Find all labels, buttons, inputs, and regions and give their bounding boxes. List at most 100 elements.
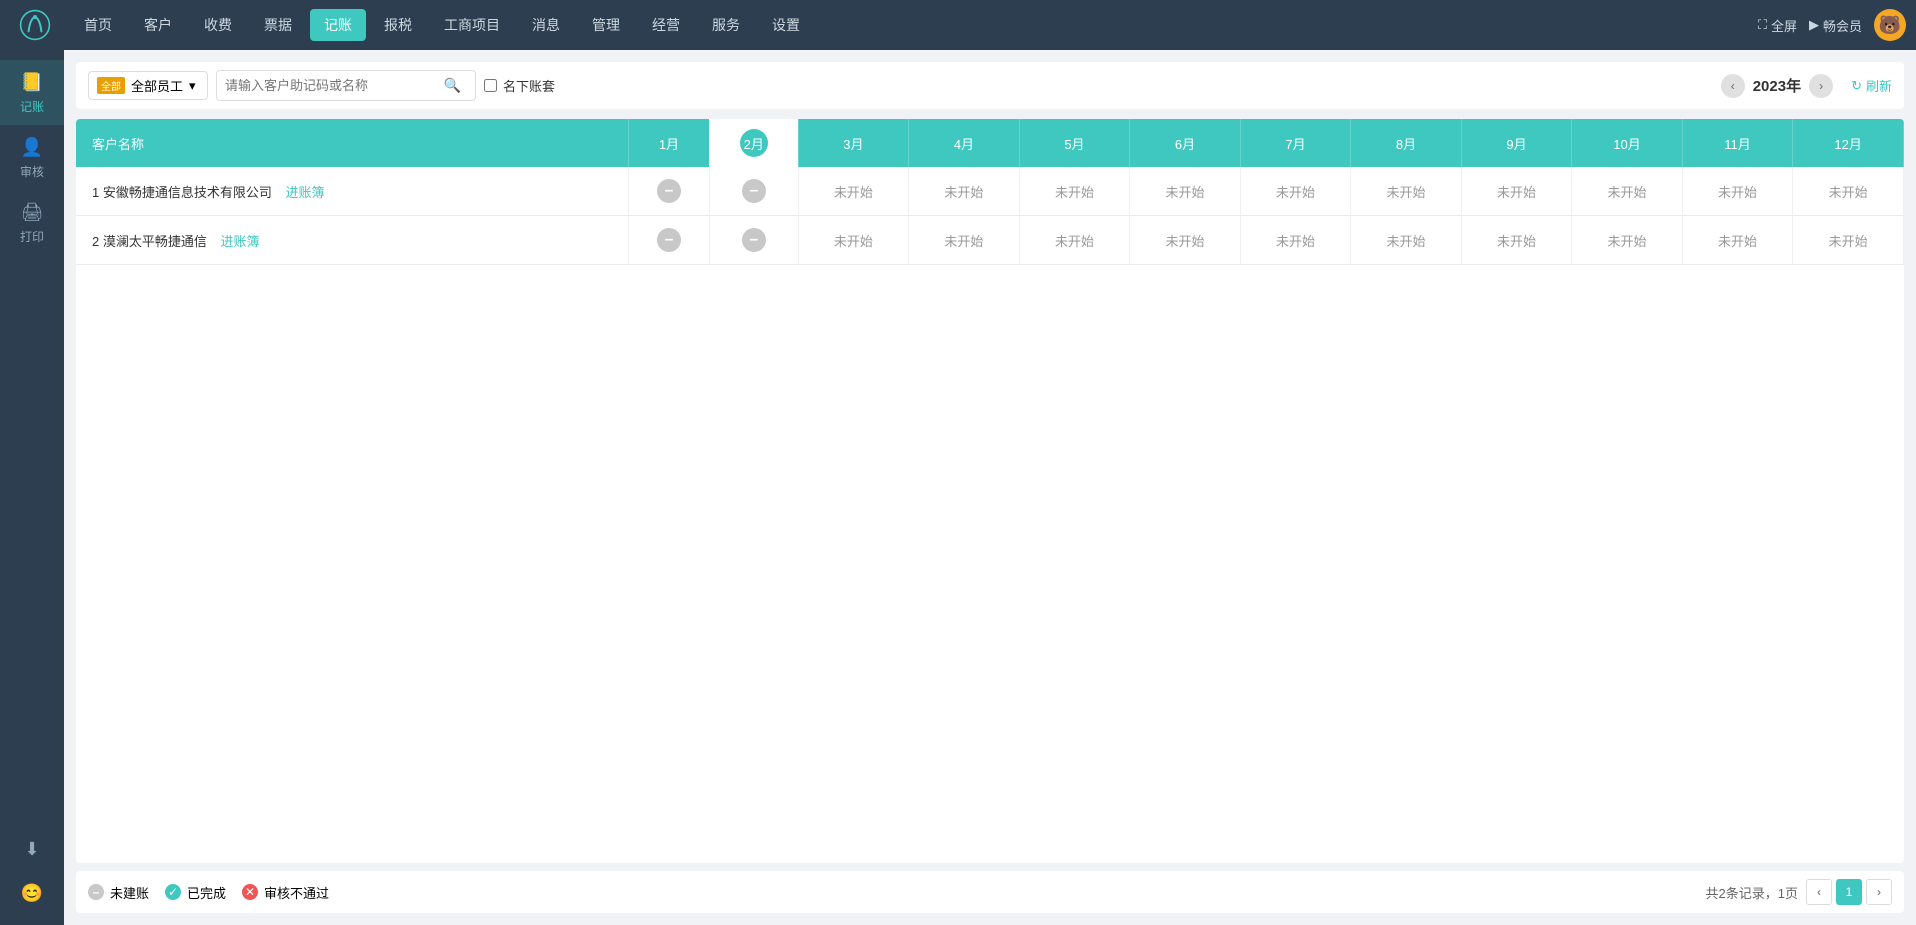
main-layout: 📒 记账 👤 审核 🖨 打印 ⬇ 😊 全部 全部员工 ▾ bbox=[0, 50, 1916, 925]
sidebar-item-print-label: 打印 bbox=[20, 228, 44, 245]
nav-item-management[interactable]: 管理 bbox=[578, 9, 634, 41]
nav-item-client[interactable]: 客户 bbox=[130, 9, 186, 41]
status-cell-3: 未开始 bbox=[798, 216, 909, 265]
enter-ledger-link[interactable]: 进账簿 bbox=[221, 234, 260, 249]
year-display: 2023年 bbox=[1753, 75, 1801, 96]
status-cell-1: – bbox=[628, 167, 709, 216]
status-dash-icon: – bbox=[742, 179, 766, 203]
member-button[interactable]: ▶ 畅会员 bbox=[1809, 16, 1862, 35]
sidebar-item-download[interactable]: ⬇ bbox=[0, 827, 64, 871]
sidebar: 📒 记账 👤 审核 🖨 打印 ⬇ 😊 bbox=[0, 50, 64, 925]
member-icon: ▶ bbox=[1809, 17, 1819, 33]
legend-not-created: – 未建账 bbox=[88, 883, 149, 902]
sidebar-item-bookkeeping-label: 记账 bbox=[20, 98, 44, 115]
col-header-mar: 3月 bbox=[798, 119, 909, 167]
nav-item-service[interactable]: 服务 bbox=[698, 9, 754, 41]
legend-completed: ✓ 已完成 bbox=[165, 883, 226, 902]
year-nav: ‹ 2023年 › bbox=[1721, 74, 1833, 98]
legend-not-created-icon: – bbox=[88, 884, 104, 900]
status-not-started: 未开始 bbox=[1718, 185, 1757, 200]
sub-account-checkbox[interactable] bbox=[484, 79, 497, 92]
sub-account-checkbox-label[interactable]: 名下账套 bbox=[484, 76, 555, 95]
nav-item-invoice[interactable]: 票据 bbox=[250, 9, 306, 41]
current-month-circle: 2月 bbox=[740, 129, 768, 157]
download-icon: ⬇ bbox=[20, 837, 44, 861]
status-cell-4: 未开始 bbox=[909, 167, 1020, 216]
search-input[interactable] bbox=[225, 78, 432, 93]
status-cell-9: 未开始 bbox=[1461, 167, 1572, 216]
status-not-started: 未开始 bbox=[1276, 234, 1315, 249]
prev-page-button[interactable]: ‹ bbox=[1806, 879, 1832, 905]
nav-item-business[interactable]: 工商项目 bbox=[430, 9, 514, 41]
nav-item-operations[interactable]: 经营 bbox=[638, 9, 694, 41]
refresh-icon: ↻ bbox=[1851, 78, 1862, 94]
nav-item-bookkeeping[interactable]: 记账 bbox=[310, 9, 366, 41]
main-table: 客户名称 1月 2月 3月 4月 5月 6月 7月 8月 9月 10月 11月 bbox=[76, 119, 1904, 265]
status-cell-10: 未开始 bbox=[1572, 216, 1683, 265]
audit-icon: 👤 bbox=[20, 135, 44, 159]
search-button[interactable]: 🔍 bbox=[438, 75, 467, 96]
fullscreen-button[interactable]: ⛶ 全屏 bbox=[1758, 16, 1797, 35]
nav-item-message[interactable]: 消息 bbox=[518, 9, 574, 41]
status-dash-icon: – bbox=[657, 228, 681, 252]
status-cell-8: 未开始 bbox=[1351, 216, 1462, 265]
status-cell-8: 未开始 bbox=[1351, 167, 1462, 216]
nav-items: 首页 客户 收费 票据 记账 报税 工商项目 消息 管理 经营 服务 设置 bbox=[70, 9, 1758, 41]
status-cell-7: 未开始 bbox=[1240, 167, 1351, 216]
legend-rejected-icon: ✕ bbox=[242, 884, 258, 900]
refresh-button[interactable]: ↻ 刷新 bbox=[1851, 76, 1892, 95]
employee-select-text: 全部员工 bbox=[131, 76, 183, 95]
sidebar-item-bookkeeping[interactable]: 📒 记账 bbox=[0, 60, 64, 125]
legend-not-created-label: 未建账 bbox=[110, 883, 149, 902]
status-not-started: 未开始 bbox=[1276, 185, 1315, 200]
status-cell-2: – bbox=[709, 167, 798, 216]
status-cell-5: 未开始 bbox=[1019, 216, 1130, 265]
status-cell-5: 未开始 bbox=[1019, 167, 1130, 216]
client-name-cell: 2 漠澜太平畅捷通信 进账簿 bbox=[76, 216, 628, 265]
next-page-button[interactable]: › bbox=[1866, 879, 1892, 905]
status-not-started: 未开始 bbox=[1386, 234, 1425, 249]
sidebar-item-audit[interactable]: 👤 审核 bbox=[0, 125, 64, 190]
status-not-started: 未开始 bbox=[1829, 185, 1868, 200]
col-header-jun: 6月 bbox=[1130, 119, 1241, 167]
nav-item-tax[interactable]: 报税 bbox=[370, 9, 426, 41]
col-header-aug: 8月 bbox=[1351, 119, 1462, 167]
pagination: ‹ 1 › bbox=[1806, 879, 1892, 905]
nav-item-fee[interactable]: 收费 bbox=[190, 9, 246, 41]
nav-item-home[interactable]: 首页 bbox=[70, 9, 126, 41]
status-dash-icon: – bbox=[657, 179, 681, 203]
col-header-jul: 7月 bbox=[1240, 119, 1351, 167]
fullscreen-label: 全屏 bbox=[1771, 16, 1797, 35]
sub-account-label: 名下账套 bbox=[503, 76, 555, 95]
col-header-nov: 11月 bbox=[1682, 119, 1793, 167]
content: 全部 全部员工 ▾ 🔍 名下账套 ‹ 2023年 › ↻ 刷新 bbox=[64, 50, 1916, 925]
status-cell-2: – bbox=[709, 216, 798, 265]
col-header-dec: 12月 bbox=[1793, 119, 1904, 167]
page-1-button[interactable]: 1 bbox=[1836, 879, 1862, 905]
status-cell-6: 未开始 bbox=[1130, 216, 1241, 265]
toolbar: 全部 全部员工 ▾ 🔍 名下账套 ‹ 2023年 › ↻ 刷新 bbox=[76, 62, 1904, 109]
prev-year-button[interactable]: ‹ bbox=[1721, 74, 1745, 98]
col-header-feb: 2月 bbox=[709, 119, 798, 167]
legend-completed-label: 已完成 bbox=[187, 883, 226, 902]
nav-item-settings[interactable]: 设置 bbox=[758, 9, 814, 41]
status-not-started: 未开始 bbox=[944, 234, 983, 249]
print-icon: 🖨 bbox=[20, 200, 44, 224]
col-header-oct: 10月 bbox=[1572, 119, 1683, 167]
sidebar-item-user[interactable]: 😊 bbox=[0, 871, 64, 915]
client-name: 安徽畅捷通信息技术有限公司 bbox=[103, 185, 272, 200]
sidebar-bottom: ⬇ 😊 bbox=[0, 827, 64, 925]
status-not-started: 未开始 bbox=[1165, 185, 1204, 200]
status-cell-6: 未开始 bbox=[1130, 167, 1241, 216]
avatar[interactable]: 🐻 bbox=[1874, 9, 1906, 41]
status-not-started: 未开始 bbox=[944, 185, 983, 200]
enter-ledger-link[interactable]: 进账簿 bbox=[286, 185, 325, 200]
sidebar-item-print[interactable]: 🖨 打印 bbox=[0, 190, 64, 255]
sidebar-item-audit-label: 审核 bbox=[20, 163, 44, 180]
col-header-name: 客户名称 bbox=[76, 119, 628, 167]
employee-select[interactable]: 全部 全部员工 ▾ bbox=[88, 71, 208, 100]
fullscreen-icon: ⛶ bbox=[1758, 17, 1767, 33]
next-year-button[interactable]: › bbox=[1809, 74, 1833, 98]
status-dash-icon: – bbox=[742, 228, 766, 252]
employee-select-icon: 全部 bbox=[97, 77, 125, 94]
